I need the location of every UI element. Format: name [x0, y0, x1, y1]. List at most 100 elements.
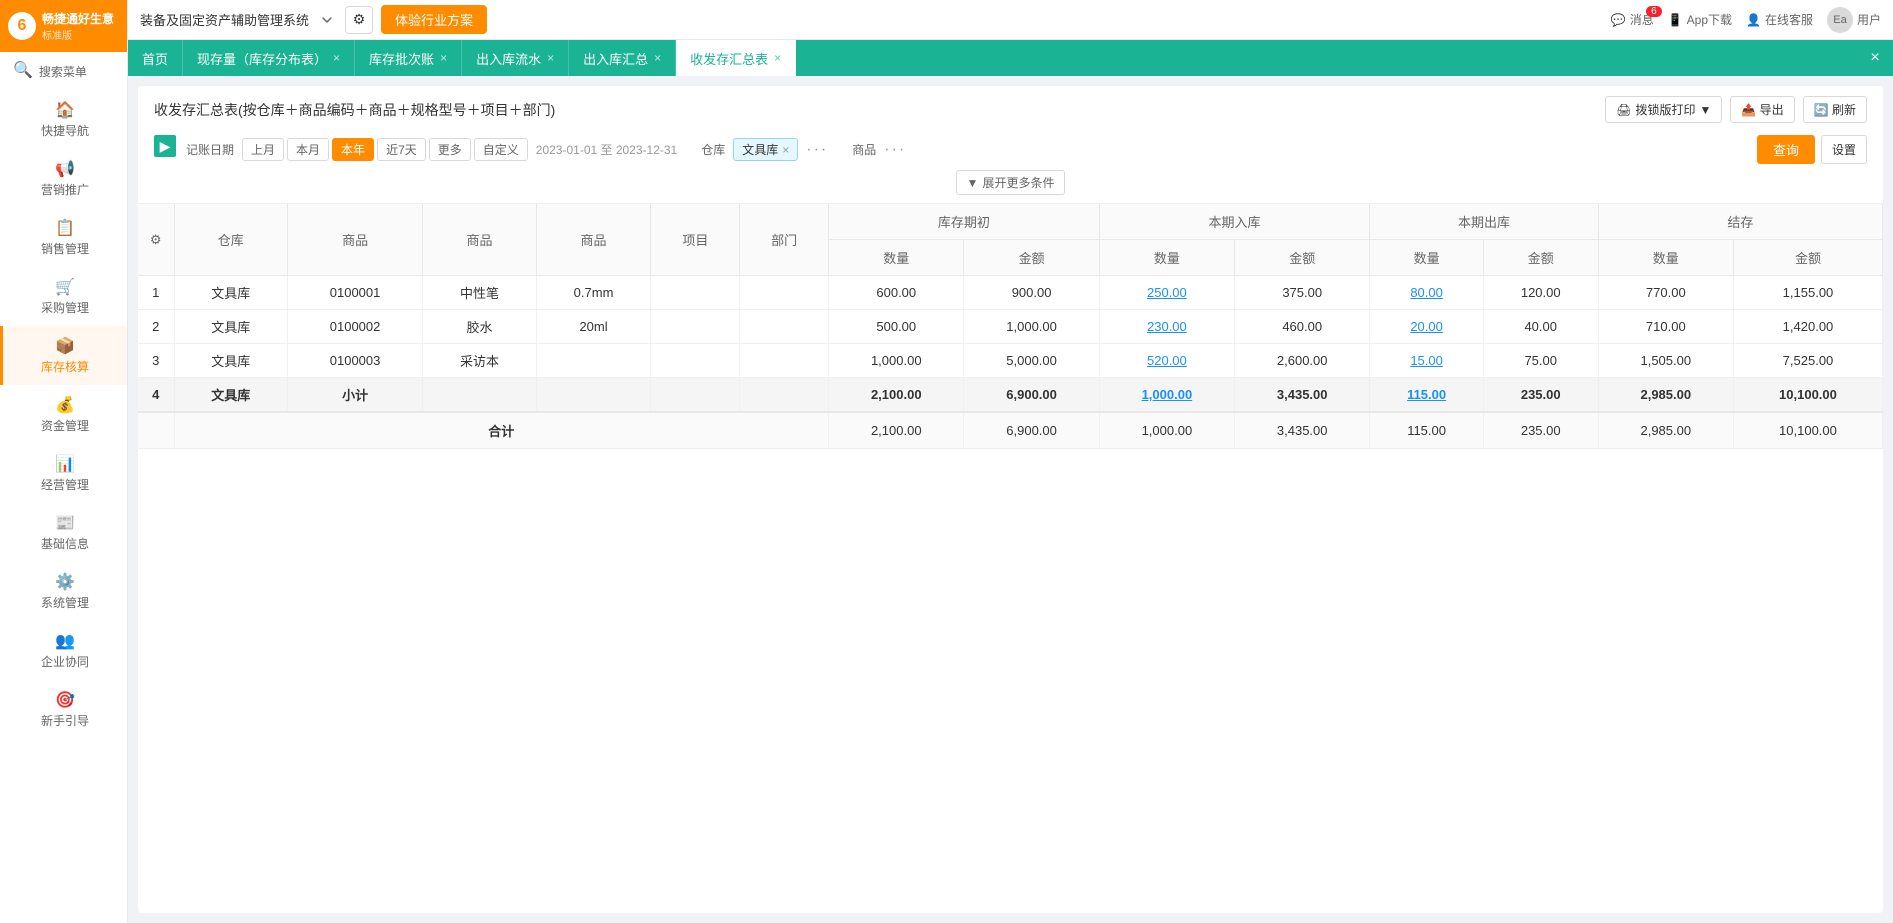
table-total-row: 合计 2,100.00 6,900.00 1,000.00 3,435.00 1… [138, 412, 1883, 449]
tab-batch-ledger-close[interactable]: × [440, 51, 447, 65]
th-opening-qty: 数量 [829, 240, 964, 276]
marketing-icon: 📢 [55, 159, 75, 179]
date-year-btn[interactable]: 本年 [332, 138, 374, 161]
warehouse-tag-close[interactable]: × [782, 143, 789, 157]
sidebar-item-guide[interactable]: 🎯 新手引导 [0, 680, 127, 739]
trial-button[interactable]: 体验行业方案 [381, 5, 487, 34]
td-total-closing-amount: 10,100.00 [1733, 412, 1882, 449]
expand-down-icon: ▼ [967, 176, 979, 190]
sidebar-item-marketing[interactable]: 📢 营销推广 [0, 149, 127, 208]
print-dropdown-icon: ▼ [1699, 103, 1711, 117]
td-row2-in-qty[interactable]: 230.00 [1099, 310, 1234, 344]
sidebar-item-inventory[interactable]: 📦 库存核算 [0, 326, 127, 385]
data-table: ⚙ 仓库 商品 商品 商品 项目 部门 库存期初 本期入库 本期出库 结存 [138, 204, 1883, 449]
sidebar-item-sales[interactable]: 📋 销售管理 [0, 208, 127, 267]
expand-more-row: ▼ 展开更多条件 [154, 170, 1867, 195]
search-nav-icon: 🔍 [13, 60, 33, 80]
td-row3-in-qty[interactable]: 520.00 [1099, 344, 1234, 378]
print-button[interactable]: 🖨 拨锁版打印 ▼ [1605, 96, 1722, 123]
td-row1-in-qty[interactable]: 250.00 [1099, 276, 1234, 310]
td-row1-out-amount: 120.00 [1483, 276, 1598, 310]
sidebar-item-basic[interactable]: 📰 基础信息 [0, 503, 127, 562]
sidebar-item-purchase[interactable]: 🛒 采购管理 [0, 267, 127, 326]
refresh-button[interactable]: 🔄 刷新 [1803, 96, 1867, 123]
td-subtotal-out-qty[interactable]: 115.00 [1370, 378, 1483, 413]
tab-receive-summary[interactable]: 收发存汇总表 × [676, 40, 796, 76]
date-curr-btn[interactable]: 本月 [287, 138, 329, 161]
sidebar-item-quick-nav[interactable]: 🏠 快捷导航 [0, 90, 127, 149]
td-total-opening-amount: 6,900.00 [964, 412, 1099, 449]
td-subtotal-in-amount: 3,435.00 [1235, 378, 1370, 413]
tab-in-out-summary[interactable]: 出入库汇总 × [569, 40, 676, 76]
expand-more-button[interactable]: ▼ 展开更多条件 [956, 170, 1066, 195]
sales-icon: 📋 [55, 218, 75, 238]
table-settings-icon[interactable]: ⚙ [150, 232, 162, 247]
tab-home[interactable]: 首页 [128, 40, 183, 76]
table-subtotal-row: 4 文具库 小计 2,100.00 6,900.00 1,000.00 3,43… [138, 378, 1883, 413]
td-total-in-qty: 1,000.00 [1099, 412, 1234, 449]
td-row3-out-qty[interactable]: 15.00 [1370, 344, 1483, 378]
td-row3-out-amount: 75.00 [1483, 344, 1598, 378]
sidebar-label-sales: 销售管理 [41, 240, 89, 257]
td-row1-out-qty[interactable]: 80.00 [1370, 276, 1483, 310]
filter-controls: 记账日期 上月 本月 本年 近7天 更多 自定义 2023-01-01 至 20… [186, 135, 1867, 164]
logo-icon: 6 [8, 12, 36, 40]
topbar-left: 装备及固定资产辅助管理系统 ⚙ 体验行业方案 [140, 5, 487, 34]
td-row3-in-amount: 2,600.00 [1235, 344, 1370, 378]
td-row2-spec: 20ml [536, 310, 651, 344]
date-prev-btn[interactable]: 上月 [242, 138, 284, 161]
date-custom-btn[interactable]: 自定义 [474, 138, 528, 161]
th-out-amount: 金额 [1483, 240, 1598, 276]
warehouse-filter-tag[interactable]: 文具库 × [733, 138, 798, 161]
tab-inventory-dist-close[interactable]: × [333, 51, 340, 65]
tab-in-out-summary-close[interactable]: × [654, 51, 661, 65]
td-row2-no: 2 [138, 310, 174, 344]
tabbar: 首页 现存量（库存分布表） × 库存批次账 × 出入库流水 × 出入库汇总 × … [128, 40, 1893, 76]
online-service-button[interactable]: 👤 在线客服 [1746, 11, 1813, 28]
td-row3-dept [740, 344, 829, 378]
td-subtotal-no: 4 [138, 378, 174, 413]
product-more-dots[interactable]: ··· [884, 141, 906, 159]
tab-in-out-flow-close[interactable]: × [547, 51, 554, 65]
sidebar-item-operations[interactable]: 📊 经营管理 [0, 444, 127, 503]
app-download-button[interactable]: 📱 App下载 [1668, 11, 1732, 28]
user-label: 用户 [1857, 11, 1881, 28]
guide-icon: 🎯 [55, 690, 75, 710]
export-button[interactable]: 📤 导出 [1730, 96, 1794, 123]
td-total-in-amount: 3,435.00 [1235, 412, 1370, 449]
basic-icon: 📰 [55, 513, 75, 533]
td-row2-out-qty[interactable]: 20.00 [1370, 310, 1483, 344]
user-profile-button[interactable]: Ea 用户 [1827, 7, 1881, 33]
system-icon: ⚙️ [55, 572, 75, 592]
date-label: 记账日期 [186, 141, 234, 158]
td-total-label: 合计 [174, 412, 829, 449]
sidebar-item-enterprise[interactable]: 👥 企业协同 [0, 621, 127, 680]
sidebar-label-marketing: 营销推广 [41, 181, 89, 198]
message-button[interactable]: 💬 消息 6 [1611, 11, 1654, 28]
th-closing-group: 结存 [1598, 204, 1882, 240]
th-in-qty: 数量 [1099, 240, 1234, 276]
td-subtotal-opening-amount: 6,900.00 [964, 378, 1099, 413]
filter-settings-button[interactable]: 设置 [1821, 135, 1867, 164]
date-more-btn[interactable]: 更多 [429, 138, 471, 161]
user-avatar: Ea [1827, 7, 1853, 33]
topbar-settings-button[interactable]: ⚙ [345, 6, 373, 34]
date-7days-btn[interactable]: 近7天 [377, 138, 426, 161]
tab-batch-ledger[interactable]: 库存批次账 × [355, 40, 462, 76]
warehouse-more-dots[interactable]: ··· [806, 141, 828, 159]
tab-receive-summary-close[interactable]: × [774, 51, 781, 65]
close-all-tabs-button[interactable]: × [1857, 40, 1893, 76]
tab-in-out-flow[interactable]: 出入库流水 × [462, 40, 569, 76]
finance-icon: 💰 [55, 395, 75, 415]
td-subtotal-warehouse: 文具库 [174, 378, 287, 413]
system-dropdown-button[interactable] [317, 10, 337, 30]
filter-expand-arrow[interactable]: ▶ [154, 135, 176, 157]
page-title: 收发存汇总表(按仓库＋商品编码＋商品＋规格型号＋项目＋部门) [154, 100, 555, 120]
sidebar-item-system[interactable]: ⚙️ 系统管理 [0, 562, 127, 621]
td-subtotal-in-qty[interactable]: 1,000.00 [1099, 378, 1234, 413]
sidebar-item-finance[interactable]: 💰 资金管理 [0, 385, 127, 444]
sidebar-item-search[interactable]: 🔍 搜索菜单 [0, 52, 127, 90]
tab-inventory-dist[interactable]: 现存量（库存分布表） × [183, 40, 355, 76]
query-button[interactable]: 查询 [1757, 135, 1815, 164]
topbar-right: 💬 消息 6 📱 App下载 👤 在线客服 Ea 用户 [1611, 7, 1881, 33]
